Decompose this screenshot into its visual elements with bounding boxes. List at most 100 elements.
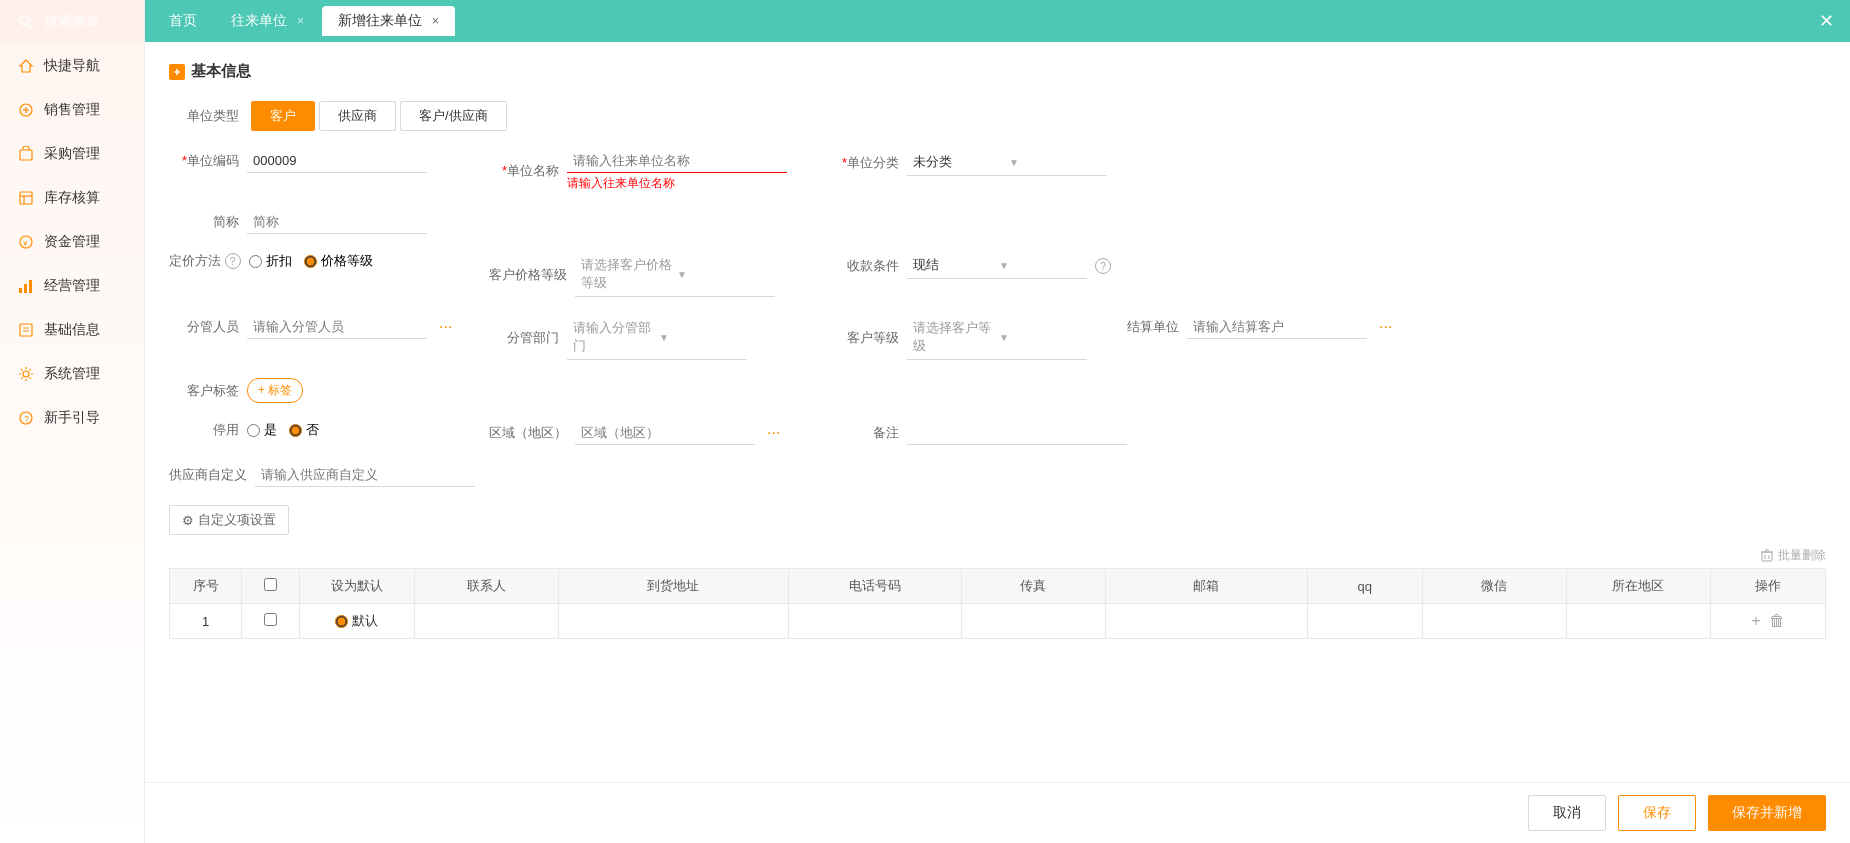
td-fax-1[interactable] <box>961 604 1105 639</box>
remark-input[interactable] <box>907 421 1127 445</box>
row-email-input[interactable] <box>1116 614 1297 629</box>
disabled-field: 停用 是 否 <box>169 421 489 439</box>
table-select-all[interactable] <box>264 578 277 591</box>
pricing-discount-radio[interactable] <box>249 255 262 268</box>
sidebar-item-system[interactable]: 系统管理 <box>0 352 144 396</box>
batch-delete-label: 批量删除 <box>1778 547 1826 564</box>
customer-level-field: 客户等级 请选择客户等级 ▼ <box>829 315 1109 360</box>
row-checkbox-1[interactable] <box>264 613 277 626</box>
disabled-no-option[interactable]: 否 <box>289 421 319 439</box>
customer-level-placeholder: 请选择客户等级 <box>913 319 995 355</box>
th-contact: 联系人 <box>414 569 558 604</box>
payment-terms-help-icon[interactable]: ? <box>1095 258 1111 274</box>
category-arrow-icon: ▼ <box>1009 157 1101 168</box>
pricing-discount-option[interactable]: 折扣 <box>249 252 292 270</box>
sidebar-system-label: 系统管理 <box>44 365 100 383</box>
custom-settings-button[interactable]: ⚙ 自定义项设置 <box>169 505 289 535</box>
row-default-radio[interactable] <box>335 615 348 628</box>
category-dropdown[interactable]: 未分类 ▼ <box>907 149 1107 176</box>
batch-delete-button[interactable]: 批量删除 <box>1760 547 1826 564</box>
td-addr-1[interactable] <box>558 604 788 639</box>
manager-input[interactable] <box>247 315 427 339</box>
save-button[interactable]: 保存 <box>1618 795 1696 831</box>
settlement-input[interactable] <box>1187 315 1367 339</box>
customer-price-dropdown[interactable]: 请选择客户价格等级 ▼ <box>575 252 775 297</box>
row-delete-btn[interactable]: 🗑 <box>1769 612 1785 630</box>
table-header: 序号 设为默认 联系人 到货地址 电话号码 传真 邮箱 qq 微信 所在地区 <box>170 569 1826 604</box>
save-new-button[interactable]: 保存并新增 <box>1708 795 1826 831</box>
row-default-radio-label[interactable]: 默认 <box>310 612 404 630</box>
td-checkbox-1[interactable] <box>242 604 300 639</box>
tab-home-label: 首页 <box>169 12 197 30</box>
unit-btn-both[interactable]: 客户/供应商 <box>400 101 507 131</box>
name-field: *单位名称 请输入往来单位名称 <box>489 149 829 192</box>
disabled-no-radio[interactable] <box>289 424 302 437</box>
region-more-btn[interactable]: ··· <box>763 424 784 442</box>
sidebar-item-basic-info[interactable]: 基础信息 <box>0 308 144 352</box>
region-input[interactable] <box>575 421 755 445</box>
department-dropdown[interactable]: 请输入分管部门 ▼ <box>567 315 747 360</box>
disabled-yes-radio[interactable] <box>247 424 260 437</box>
unit-btn-customer[interactable]: 客户 <box>251 101 315 131</box>
add-tag-button[interactable]: + 标签 <box>247 378 303 403</box>
sidebar-item-inventory[interactable]: 库存核算 <box>0 176 144 220</box>
short-name-input[interactable] <box>247 210 427 234</box>
tab-home[interactable]: 首页 <box>153 6 213 36</box>
row-addr-input[interactable] <box>569 614 778 629</box>
sidebar-item-operations[interactable]: 经营管理 <box>0 264 144 308</box>
pricing-level-option[interactable]: 价格等级 <box>304 252 373 270</box>
name-input[interactable] <box>567 149 787 173</box>
cancel-button[interactable]: 取消 <box>1528 795 1606 831</box>
form-footer: 取消 保存 保存并新增 <box>145 782 1850 843</box>
add-tag-label: + 标签 <box>258 382 292 399</box>
sidebar-item-finance[interactable]: ¥ 资金管理 <box>0 220 144 264</box>
pricing-level-radio[interactable] <box>304 255 317 268</box>
customer-level-label: 客户等级 <box>829 329 899 347</box>
department-placeholder: 请输入分管部门 <box>573 319 655 355</box>
sidebar-item-search[interactable]: 搜索菜单 <box>0 0 144 44</box>
td-email-1[interactable] <box>1105 604 1307 639</box>
th-email: 邮箱 <box>1105 569 1307 604</box>
td-qq-1[interactable] <box>1307 604 1422 639</box>
row-qq-input[interactable] <box>1318 614 1412 629</box>
td-region-1[interactable] <box>1566 604 1710 639</box>
td-wechat-1[interactable] <box>1422 604 1566 639</box>
row-region-input[interactable] <box>1577 614 1700 629</box>
tab-new-partner[interactable]: 新增往来单位 × <box>322 6 455 36</box>
supplier-custom-input[interactable] <box>255 463 475 487</box>
row-add-btn[interactable]: + <box>1751 612 1760 630</box>
window-close-button[interactable]: ✕ <box>1811 10 1842 32</box>
td-default-1[interactable]: 默认 <box>299 604 414 639</box>
settlement-more-btn[interactable]: ··· <box>1375 318 1396 336</box>
row-phone-input[interactable] <box>799 614 951 629</box>
customer-price-placeholder: 请选择客户价格等级 <box>581 256 673 292</box>
td-contact-1[interactable] <box>414 604 558 639</box>
unit-type-row: 单位类型 客户 供应商 客户/供应商 <box>169 101 1826 131</box>
sidebar-item-quick-nav[interactable]: 快捷导航 <box>0 44 144 88</box>
payment-terms-value: 现结 <box>913 256 995 274</box>
tab-partners-close[interactable]: × <box>297 14 304 28</box>
disabled-yes-option[interactable]: 是 <box>247 421 277 439</box>
row-fax-input[interactable] <box>972 614 1095 629</box>
td-phone-1[interactable] <box>789 604 962 639</box>
tab-new-partner-close[interactable]: × <box>432 14 439 28</box>
manager-more-btn[interactable]: ··· <box>435 318 456 336</box>
manager-row: 分管人员 ··· 分管部门 请输入分管部门 ▼ 客户等级 请选择客户等级 ▼ 结… <box>169 315 1826 360</box>
customer-level-dropdown[interactable]: 请选择客户等级 ▼ <box>907 315 1087 360</box>
sidebar-item-sales[interactable]: 销售管理 <box>0 88 144 132</box>
disabled-no-label: 否 <box>306 421 319 439</box>
sidebar-item-guide[interactable]: ? 新手引导 <box>0 396 144 440</box>
tab-partners[interactable]: 往来单位 × <box>215 6 320 36</box>
th-addr: 到货地址 <box>558 569 788 604</box>
row-wechat-input[interactable] <box>1433 614 1556 629</box>
sidebar-item-purchase[interactable]: 采购管理 <box>0 132 144 176</box>
sidebar-purchase-label: 采购管理 <box>44 145 100 163</box>
manager-label: 分管人员 <box>169 318 239 336</box>
row-contact-input[interactable] <box>425 614 548 629</box>
tab-partners-label: 往来单位 <box>231 12 287 30</box>
unit-btn-supplier[interactable]: 供应商 <box>319 101 396 131</box>
pricing-help-icon[interactable]: ? <box>225 253 241 269</box>
th-wechat: 微信 <box>1422 569 1566 604</box>
payment-terms-dropdown[interactable]: 现结 ▼ <box>907 252 1087 279</box>
svg-rect-14 <box>29 280 32 293</box>
